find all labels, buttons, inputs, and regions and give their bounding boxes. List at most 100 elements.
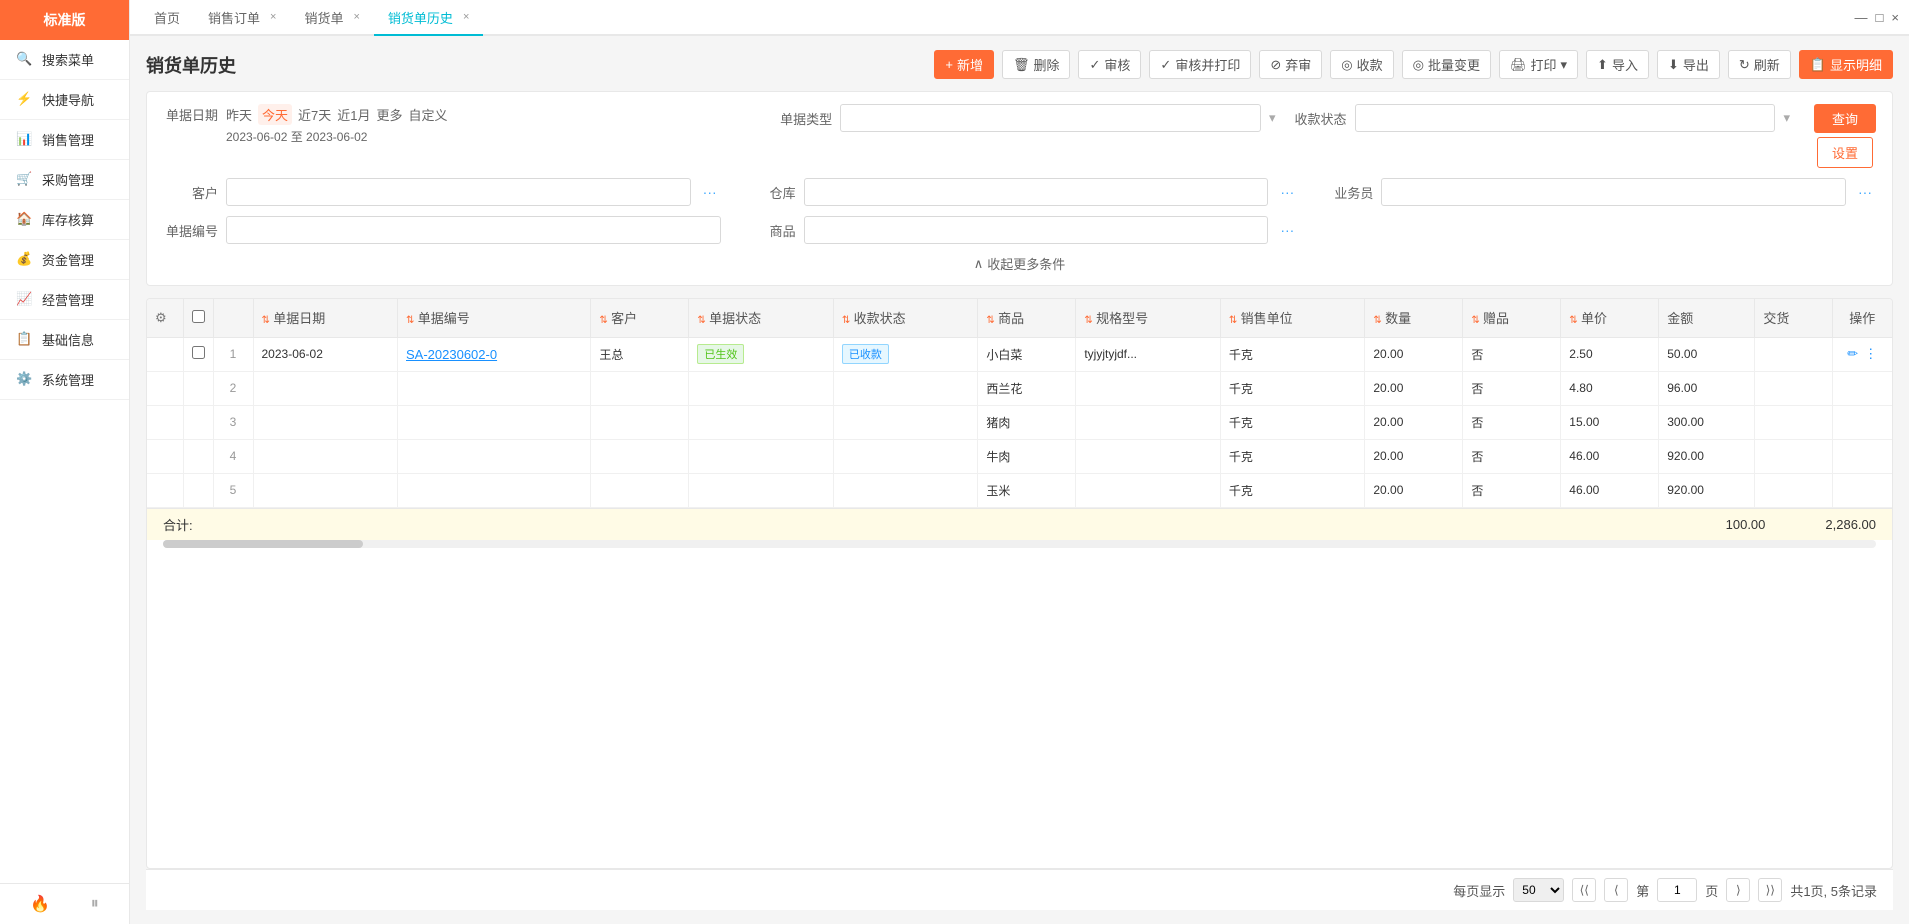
tab-sales-order-close[interactable]: × bbox=[270, 11, 276, 23]
sidebar-item-search-menu[interactable]: 🔍 搜索菜单 bbox=[0, 40, 129, 80]
date-custom[interactable]: 自定义 bbox=[409, 105, 448, 124]
last-page-button[interactable]: ⟩⟩ bbox=[1758, 878, 1782, 902]
date-today[interactable]: 今天 bbox=[258, 104, 292, 125]
import-button[interactable]: ⬆ 导入 bbox=[1586, 50, 1649, 79]
row-ops bbox=[1832, 439, 1892, 473]
sidebar-item-purchase-mgmt[interactable]: 🛒 采购管理 bbox=[0, 160, 129, 200]
audit-button[interactable]: ✓ 审核 bbox=[1078, 50, 1141, 79]
sort-icon[interactable]: ⇅ bbox=[406, 315, 414, 326]
row-ops bbox=[1832, 405, 1892, 439]
window-minimize-icon[interactable]: — bbox=[1855, 10, 1868, 25]
sort-icon[interactable]: ⇅ bbox=[1569, 315, 1577, 326]
tab-sales-goods[interactable]: 销货单 × bbox=[290, 0, 373, 36]
sort-icon[interactable]: ⇅ bbox=[262, 315, 270, 326]
sort-icon[interactable]: ⇅ bbox=[1373, 315, 1381, 326]
col-doc-date: ⇅ 单据日期 bbox=[253, 299, 398, 337]
filter-customer: 客户 ··· bbox=[163, 178, 721, 206]
sidebar-item-funds-mgmt[interactable]: 💰 资金管理 bbox=[0, 240, 129, 280]
sort-icon[interactable]: ⇅ bbox=[697, 315, 705, 326]
date-1month[interactable]: 近1月 bbox=[337, 105, 370, 124]
new-button[interactable]: + 新增 bbox=[934, 50, 994, 79]
first-page-button[interactable]: ⟨⟨ bbox=[1572, 878, 1596, 902]
window-close-icon[interactable]: × bbox=[1891, 10, 1899, 25]
tab-sales-order-label: 销售订单 bbox=[208, 8, 260, 27]
row-doc-no bbox=[398, 439, 591, 473]
edit-icon[interactable]: ✏ bbox=[1847, 346, 1858, 361]
sort-icon[interactable]: ⇅ bbox=[1471, 315, 1479, 326]
chart-icon: 📊 bbox=[16, 131, 34, 149]
sort-icon[interactable]: ⇅ bbox=[1229, 315, 1237, 326]
sales-staff-dots-button[interactable]: ··· bbox=[1854, 184, 1876, 200]
tab-sales-goods-close[interactable]: × bbox=[353, 11, 359, 23]
filter-doc-type: 单据类型 ▾ bbox=[777, 104, 1275, 132]
row-doc-no bbox=[398, 473, 591, 507]
row-gift: 否 bbox=[1463, 439, 1561, 473]
doc-type-select[interactable] bbox=[840, 104, 1261, 132]
page-title: 销货单历史 bbox=[146, 52, 934, 78]
sales-staff-input[interactable] bbox=[1381, 178, 1846, 206]
sidebar-item-quick-nav[interactable]: ⚡ 快捷导航 bbox=[0, 80, 129, 120]
doc-no-input[interactable] bbox=[226, 216, 721, 244]
date-more[interactable]: 更多 bbox=[377, 105, 403, 124]
doc-type-label: 单据类型 bbox=[777, 109, 832, 128]
sidebar-item-basic-info[interactable]: 📋 基础信息 bbox=[0, 320, 129, 360]
row-settings-col bbox=[147, 473, 183, 507]
row-quantity: 20.00 bbox=[1365, 439, 1463, 473]
more-icon[interactable]: ⋮ bbox=[1864, 346, 1877, 361]
customer-input[interactable] bbox=[226, 178, 691, 206]
page-number-input[interactable] bbox=[1657, 878, 1697, 902]
plus-icon: + bbox=[945, 57, 953, 72]
sort-icon[interactable]: ⇅ bbox=[842, 315, 850, 326]
sidebar-item-system-mgmt[interactable]: ⚙️ 系统管理 bbox=[0, 360, 129, 400]
print-button[interactable]: 🖨 打印 ▾ bbox=[1499, 50, 1578, 79]
per-page-select[interactable]: 50 100 200 bbox=[1513, 878, 1564, 902]
window-maximize-icon[interactable]: □ bbox=[1876, 10, 1884, 25]
row-checkbox[interactable] bbox=[192, 346, 205, 359]
row-no: 3 bbox=[213, 405, 253, 439]
tab-sales-history-close[interactable]: × bbox=[463, 11, 469, 23]
sidebar-item-ops-mgmt[interactable]: 📈 经营管理 bbox=[0, 280, 129, 320]
audit-print-button[interactable]: ✓ 审核并打印 bbox=[1149, 50, 1251, 79]
sidebar-item-inventory-calc[interactable]: 🏠 库存核算 bbox=[0, 200, 129, 240]
sort-icon[interactable]: ⇅ bbox=[986, 315, 994, 326]
sidebar-item-sales-mgmt[interactable]: 📊 销售管理 bbox=[0, 120, 129, 160]
sort-icon[interactable]: ⇅ bbox=[599, 315, 607, 326]
pause-icon[interactable]: ⏸ bbox=[91, 895, 99, 913]
tab-sales-history[interactable]: 销货单历史 × bbox=[374, 0, 483, 36]
goods-input[interactable] bbox=[804, 216, 1269, 244]
prev-page-button[interactable]: ⟨ bbox=[1604, 878, 1628, 902]
show-details-button[interactable]: 📋 显示明细 bbox=[1799, 50, 1893, 79]
fire-icon[interactable]: 🔥 bbox=[30, 894, 50, 914]
scrollbar-track[interactable] bbox=[163, 540, 1876, 548]
warehouse-input[interactable] bbox=[804, 178, 1269, 206]
collect-status-select[interactable] bbox=[1355, 104, 1776, 132]
row-doc-no: SA-20230602-0 bbox=[398, 337, 591, 371]
date-yesterday[interactable]: 昨天 bbox=[226, 105, 252, 124]
select-all-checkbox[interactable] bbox=[192, 310, 205, 323]
settings-button[interactable]: 设置 bbox=[1817, 137, 1873, 168]
next-page-button[interactable]: ⟩ bbox=[1726, 878, 1750, 902]
refresh-button[interactable]: ↻ 刷新 bbox=[1728, 50, 1791, 79]
row-doc-date bbox=[253, 473, 398, 507]
import-icon: ⬆ bbox=[1597, 57, 1608, 73]
collapse-row[interactable]: ∧ 收起更多条件 bbox=[163, 254, 1876, 273]
row-doc-date bbox=[253, 405, 398, 439]
table-settings-icon[interactable]: ⚙ bbox=[155, 310, 167, 325]
abandon-button[interactable]: ⊘ 弃审 bbox=[1259, 50, 1322, 79]
batch-change-button[interactable]: ◎ 批量变更 bbox=[1402, 50, 1491, 79]
sort-icon[interactable]: ⇅ bbox=[1084, 315, 1092, 326]
warehouse-dots-button[interactable]: ··· bbox=[1276, 184, 1298, 200]
query-button[interactable]: 查询 bbox=[1814, 104, 1876, 133]
export-button[interactable]: ⬇ 导出 bbox=[1657, 50, 1720, 79]
doc-no-link[interactable]: SA-20230602-0 bbox=[406, 347, 497, 362]
date-7days[interactable]: 近7天 bbox=[298, 105, 331, 124]
goods-dots-button[interactable]: ··· bbox=[1276, 222, 1298, 238]
row-doc-date: 2023-06-02 bbox=[253, 337, 398, 371]
delete-button[interactable]: 🗑 删除 bbox=[1002, 50, 1071, 79]
scrollbar-thumb[interactable] bbox=[163, 540, 363, 548]
tab-sales-order[interactable]: 销售订单 × bbox=[194, 0, 290, 36]
ops-icon: 📈 bbox=[16, 291, 34, 309]
collect-button[interactable]: ◎ 收款 bbox=[1330, 50, 1393, 79]
customer-dots-button[interactable]: ··· bbox=[699, 184, 721, 200]
tab-home[interactable]: 首页 bbox=[140, 0, 194, 36]
